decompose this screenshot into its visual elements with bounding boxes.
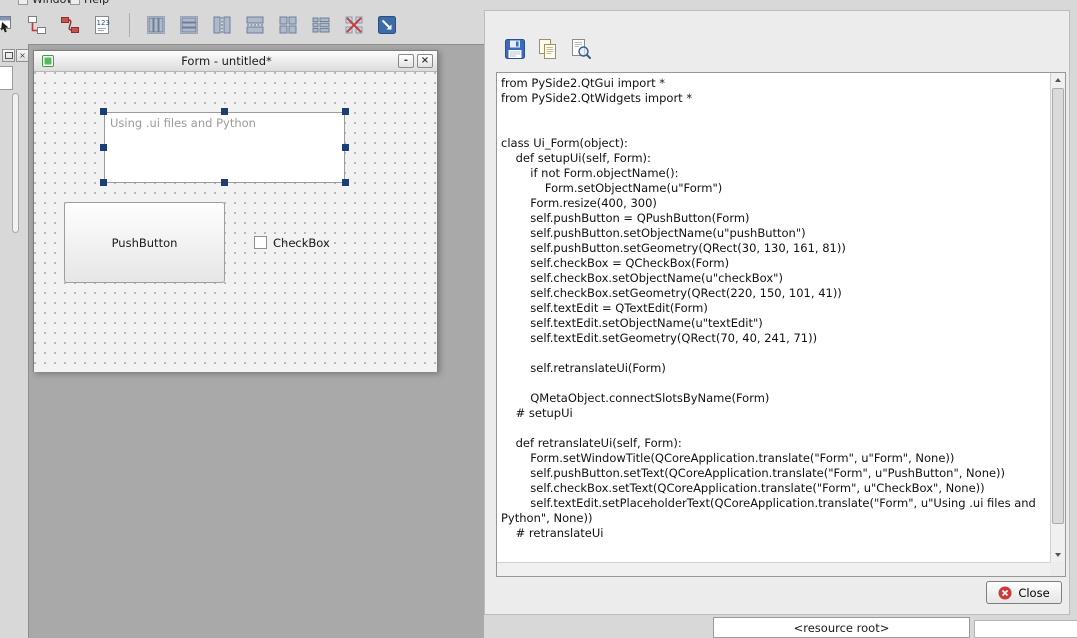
form-file-icon bbox=[42, 55, 54, 67]
selection-handle-top-right[interactable] bbox=[342, 108, 349, 115]
menubar: Window Help bbox=[0, 0, 1077, 6]
left-dock-fragment: × bbox=[0, 44, 28, 638]
menu-window[interactable]: Window bbox=[18, 0, 75, 6]
form-editor-window: Form - untitled* - × Using .ui files and… bbox=[33, 50, 438, 372]
code-preview-dialog: from PySide2.QtGui import * from PySide2… bbox=[484, 10, 1070, 615]
form-titlebar[interactable]: Form - untitled* - × bbox=[34, 51, 437, 72]
edit-buddies-icon[interactable] bbox=[57, 12, 83, 38]
checkbox-label: CheckBox bbox=[273, 236, 330, 250]
textedit-placeholder: Using .ui files and Python bbox=[105, 113, 344, 133]
resource-browser-side-fragment bbox=[974, 620, 1077, 638]
layout-horizontal-icon[interactable] bbox=[143, 12, 169, 38]
code-vertical-scrollbar[interactable] bbox=[1050, 73, 1065, 562]
menu-help-label: Help bbox=[84, 0, 109, 6]
qt-designer-app: Window Help 123 bbox=[0, 0, 1077, 638]
find-icon[interactable] bbox=[569, 37, 593, 61]
layout-split-vertical-icon[interactable] bbox=[242, 12, 268, 38]
resource-browser-fragment[interactable]: <resource root> bbox=[713, 617, 970, 638]
close-button-label: Close bbox=[1018, 586, 1049, 600]
help-menu-icon bbox=[70, 0, 80, 5]
scroll-down-arrow-icon[interactable] bbox=[1051, 548, 1065, 562]
selection-handle-bottom-middle[interactable] bbox=[221, 179, 228, 186]
selection-handle-top-left[interactable] bbox=[100, 108, 107, 115]
pushbutton-widget[interactable]: PushButton bbox=[64, 202, 225, 283]
form-window-title: Form - untitled* bbox=[58, 54, 395, 68]
edit-widgets-icon[interactable] bbox=[0, 12, 17, 38]
svg-text:123: 123 bbox=[97, 19, 110, 27]
widgetbox-scrollbar[interactable] bbox=[12, 93, 19, 233]
layout-grid-icon[interactable] bbox=[275, 12, 301, 38]
selection-handle-top-middle[interactable] bbox=[221, 108, 228, 115]
edit-signals-slots-icon[interactable] bbox=[24, 12, 50, 38]
edit-tab-order-icon[interactable]: 123 bbox=[90, 12, 116, 38]
code-horizontal-scrollbar[interactable] bbox=[497, 562, 1050, 576]
selection-handle-bottom-left[interactable] bbox=[100, 179, 107, 186]
checkbox-widget[interactable]: CheckBox bbox=[254, 222, 355, 263]
form-canvas[interactable]: Using .ui files and Python PushButton Ch… bbox=[34, 72, 437, 372]
form-close-button[interactable]: × bbox=[417, 54, 433, 68]
menu-window-label: Window bbox=[32, 0, 75, 6]
form-minimize-button[interactable]: - bbox=[398, 54, 414, 68]
checkbox-box[interactable] bbox=[254, 236, 267, 249]
menu-help[interactable]: Help bbox=[70, 0, 109, 6]
selection-handle-middle-left[interactable] bbox=[100, 144, 107, 151]
layout-vertical-icon[interactable] bbox=[176, 12, 202, 38]
main-toolbar: 123 bbox=[0, 6, 483, 44]
selection-handle-bottom-right[interactable] bbox=[342, 179, 349, 186]
code-preview-text[interactable]: from PySide2.QtGui import * from PySide2… bbox=[497, 73, 1050, 562]
code-view: from PySide2.QtGui import * from PySide2… bbox=[496, 72, 1066, 577]
dock-float-icon[interactable] bbox=[2, 49, 15, 62]
resource-root-label: <resource root> bbox=[794, 621, 890, 635]
selection-handle-middle-right[interactable] bbox=[342, 144, 349, 151]
scrollbar-corner bbox=[1050, 562, 1065, 576]
copy-icon[interactable] bbox=[536, 37, 560, 61]
textedit-widget[interactable]: Using .ui files and Python bbox=[104, 112, 345, 183]
vertical-scrollbar-thumb[interactable] bbox=[1052, 88, 1064, 524]
close-red-icon bbox=[998, 586, 1012, 600]
scroll-up-arrow-icon[interactable] bbox=[1051, 73, 1065, 87]
close-button[interactable]: Close bbox=[986, 581, 1062, 604]
layout-split-horizontal-icon[interactable] bbox=[209, 12, 235, 38]
widgetbox-filter-fragment[interactable] bbox=[0, 66, 13, 90]
adjust-size-icon[interactable] bbox=[374, 12, 400, 38]
code-dialog-toolbar bbox=[503, 37, 593, 61]
layout-form-icon[interactable] bbox=[308, 12, 334, 38]
toolbar-separator bbox=[129, 13, 130, 37]
window-menu-icon bbox=[18, 0, 28, 5]
save-icon[interactable] bbox=[503, 37, 527, 61]
break-layout-icon[interactable] bbox=[341, 12, 367, 38]
